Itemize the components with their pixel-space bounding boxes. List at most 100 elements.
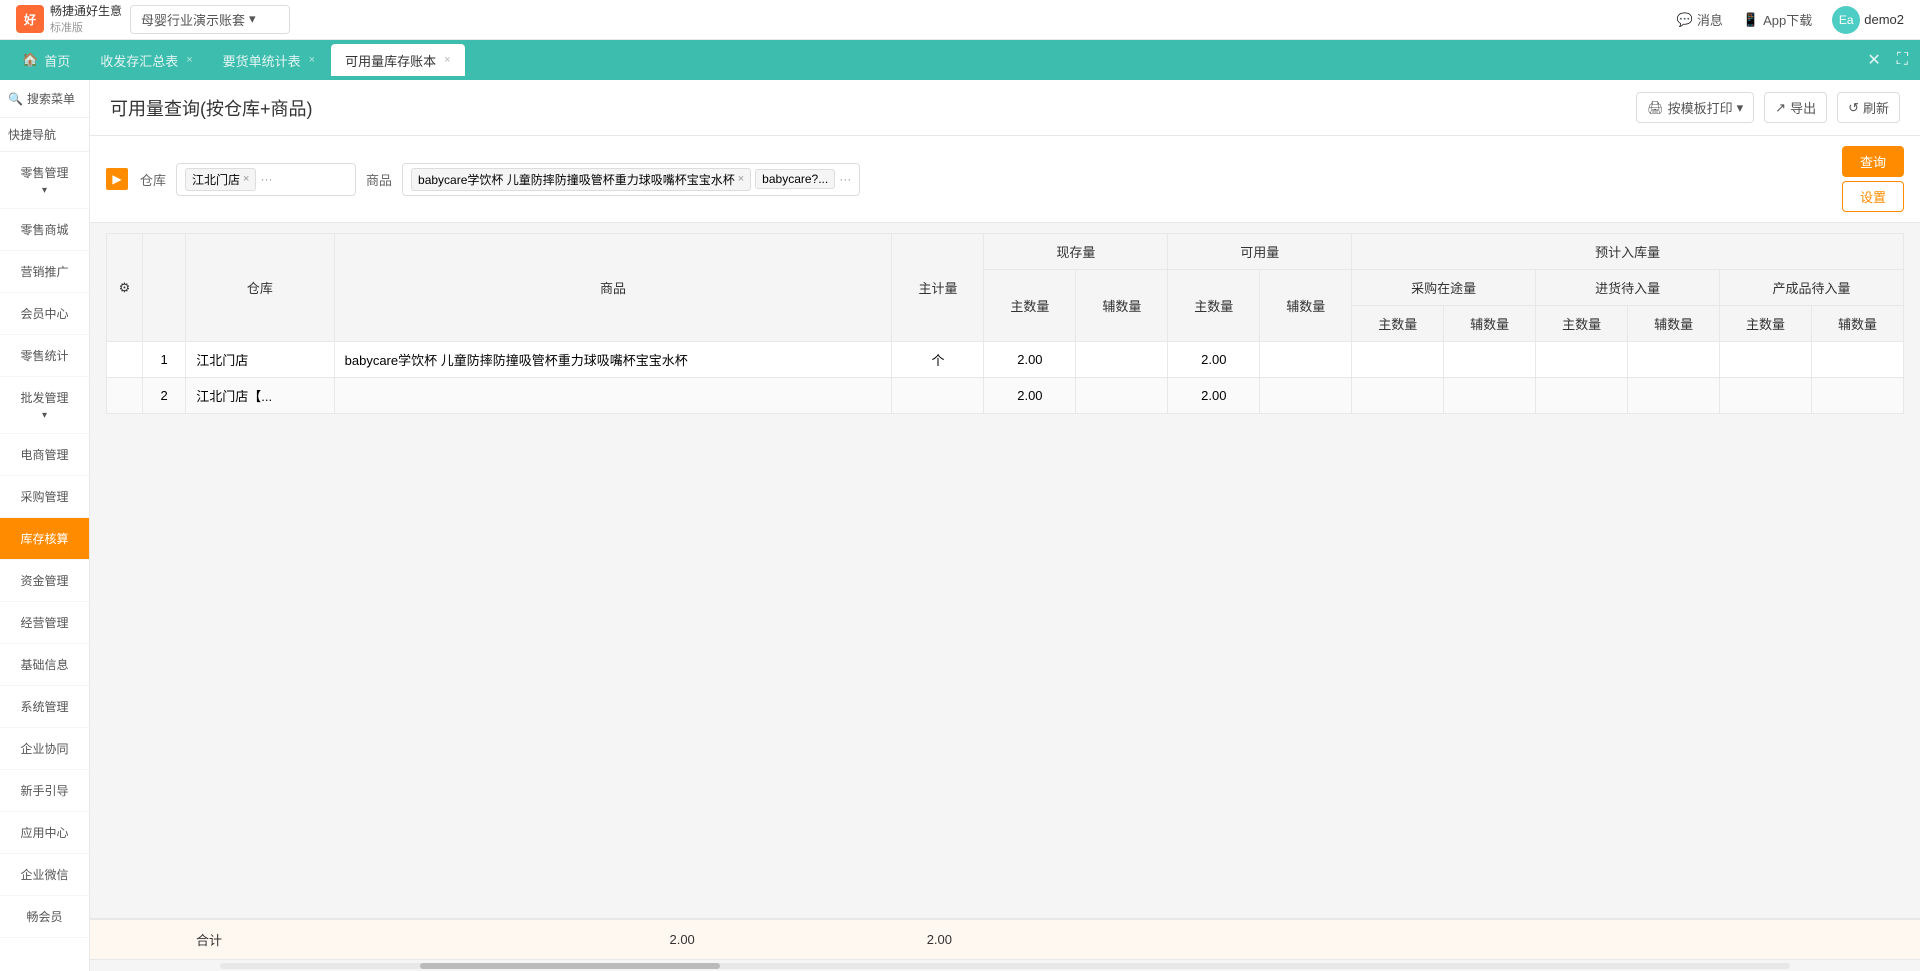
sidebar-item-operations[interactable]: 经营管理 [0,602,89,644]
user-initial: Ea [1839,13,1854,27]
warehouse-tag-remove[interactable]: × [243,173,249,185]
main-layout: 🔍 搜索菜单 快捷导航 零售管理 ▾ 零售商城 营销推广 会员中心 零售统计 批… [0,80,1920,971]
sidebar-enterprise-label: 企业协同 [20,740,68,757]
column-settings-icon[interactable]: ⚙ [119,280,131,295]
product-tag-1-text: babycare学饮杯 儿童防摔防撞吸管杯重力球吸嘴杯宝宝水杯 [418,171,735,188]
td-prod-aux-2 [1812,378,1904,414]
footer-row: 合计 2.00 2.00 [90,918,1920,959]
sidebar-inventory-label: 库存核算 [20,530,68,547]
app-download-label: App下载 [1763,10,1812,29]
sidebar-item-retail-stats[interactable]: 零售统计 [0,335,89,377]
td-unit-1: 个 [892,342,984,378]
td-stock-main-2: 2.00 [984,378,1076,414]
user-profile-btn[interactable]: Ea demo2 [1832,6,1904,34]
sidebar-item-wholesale[interactable]: 批发管理 ▾ [0,377,89,434]
sidebar-wholesale-label: 批发管理 [20,389,68,406]
footer-cell-spacer1 [232,932,361,947]
td-prod-main-2 [1720,378,1812,414]
message-icon: 💬 [1677,12,1693,28]
sidebar-item-app-center[interactable]: 应用中心 [0,812,89,854]
tab-home-label: 首页 [44,51,70,70]
td-goods-aux-2 [1628,378,1720,414]
sidebar-purchase-label: 采购管理 [20,488,68,505]
tab-inventory[interactable]: 可用量库存账本 × [331,44,464,76]
scroll-thumb[interactable] [420,963,720,969]
data-table: ⚙ 仓库 商品 主计量 现存量 可用量 预计入库量 主数量 辅数量 主数量 [106,233,1904,414]
chevron-down-icon: ▾ [249,11,256,27]
sidebar-enterprise-wechat-label: 企业微信 [20,866,68,883]
th-current-stock-main: 主数量 [984,270,1076,342]
td-warehouse-2: 江北门店【... [186,378,334,414]
sidebar-item-system[interactable]: 系统管理 [0,686,89,728]
th-main-unit: 主计量 [892,234,984,342]
chevron-down-icon: ▾ [1737,100,1744,116]
product-more-btn[interactable]: ··· [839,172,851,186]
chevron-down-icon: ▾ [42,410,47,421]
sidebar-item-marketing[interactable]: 营销推广 [0,251,89,293]
tab-receipts-label: 收发存汇总表 [100,51,178,70]
sidebar-item-member-plan[interactable]: 畅会员 [0,896,89,938]
refresh-btn[interactable]: ↺ 刷新 [1837,92,1900,123]
maximize-icon[interactable]: ⛶ [1893,47,1912,73]
refresh-icon: ↺ [1848,100,1859,116]
template-print-btn[interactable]: 🖨 按模板打印 ▾ [1636,92,1754,123]
template-print-label: 按模板打印 [1668,98,1733,117]
expand-filter-btn[interactable]: ▶ [106,168,128,190]
sidebar-item-ecommerce[interactable]: 电商管理 [0,434,89,476]
sidebar-item-finance[interactable]: 资金管理 [0,560,89,602]
sidebar-item-enterprise[interactable]: 企业协同 [0,728,89,770]
tab-home[interactable]: 🏠 首页 [8,44,84,76]
table-row: 2 江北门店【... 2.00 2.00 [107,378,1904,414]
product-tag-1-remove[interactable]: × [738,173,744,185]
sidebar-item-basic[interactable]: 基础信息 [0,644,89,686]
tab-inventory-close[interactable]: × [444,54,450,66]
warehouse-filter-input[interactable]: 江北门店 × ··· [176,163,356,196]
td-settings-1 [107,342,143,378]
bottom-scroll [90,959,1920,971]
th-available: 可用量 [1168,234,1352,270]
settings-btn[interactable]: 设置 [1842,181,1904,212]
sidebar-item-enterprise-wechat[interactable]: 企业微信 [0,854,89,896]
tab-receipts[interactable]: 收发存汇总表 × [86,44,206,76]
th-goods-arriving: 进货待入量 [1536,270,1720,306]
footer-label: 合计 [196,930,232,949]
warehouse-tag-text: 江北门店 [192,171,240,188]
sidebar-search-btn[interactable]: 🔍 搜索菜单 [0,80,89,118]
close-window-icon[interactable]: ✕ [1863,46,1884,74]
filter-bar: ▶ 仓库 江北门店 × ··· 商品 babycare学饮杯 儿童防摔防撞吸管杯… [90,136,1920,223]
td-pur-main-2 [1352,378,1444,414]
page-actions: 🖨 按模板打印 ▾ ↗ 导出 ↺ 刷新 [1636,92,1900,123]
tab-orders[interactable]: 要货单统计表 × [209,44,329,76]
app-download-btn[interactable]: 📱 App下载 [1743,10,1812,29]
product-tag-1: babycare学饮杯 儿童防摔防撞吸管杯重力球吸嘴杯宝宝水杯 × [411,168,751,191]
nav-tabs-right: ✕ ⛶ [1863,46,1912,74]
sidebar-item-newbie[interactable]: 新手引导 [0,770,89,812]
product-filter-input[interactable]: babycare学饮杯 儿童防摔防撞吸管杯重力球吸嘴杯宝宝水杯 × babyca… [402,163,860,196]
nav-tabs: 🏠 首页 收发存汇总表 × 要货单统计表 × 可用量库存账本 × ✕ ⛶ [0,40,1920,80]
tab-inventory-label: 可用量库存账本 [345,51,436,70]
industry-selector-text: 母婴行业演示账套 [141,10,245,29]
top-bar-right: 💬 消息 📱 App下载 Ea demo2 [1677,6,1904,34]
top-bar-left: 好 畅捷通好生意 标准版 母婴行业演示账套 ▾ [16,4,290,34]
sidebar-item-inventory[interactable]: 库存核算 [0,518,89,560]
query-btn[interactable]: 查询 [1842,146,1904,177]
td-avail-main-1: 2.00 [1168,342,1260,378]
industry-selector[interactable]: 母婴行业演示账套 ▾ [130,5,290,34]
horizontal-scrollbar[interactable] [220,963,1790,969]
export-btn[interactable]: ↗ 导出 [1764,92,1827,123]
sidebar-marketing-label: 营销推广 [20,263,68,280]
page-header: 可用量查询(按仓库+商品) 🖨 按模板打印 ▾ ↗ 导出 ↺ 刷新 [90,80,1920,136]
sidebar-item-retail-mall[interactable]: 零售商城 [0,209,89,251]
sidebar-quick-nav[interactable]: 快捷导航 [0,118,89,152]
tab-receipts-close[interactable]: × [186,54,192,66]
sidebar-item-retail[interactable]: 零售管理 ▾ [0,152,89,209]
tab-orders-close[interactable]: × [309,54,315,66]
search-icon: 🔍 [8,92,23,106]
sidebar-item-member[interactable]: 会员中心 [0,293,89,335]
sidebar-item-purchase[interactable]: 采购管理 [0,476,89,518]
footer-cells: 2.00 2.00 [232,932,1904,947]
td-goods-aux-1 [1628,342,1720,378]
warehouse-more-btn[interactable]: ··· [260,172,272,186]
logo-icon: 好 [16,5,44,33]
message-btn[interactable]: 💬 消息 [1677,10,1723,29]
